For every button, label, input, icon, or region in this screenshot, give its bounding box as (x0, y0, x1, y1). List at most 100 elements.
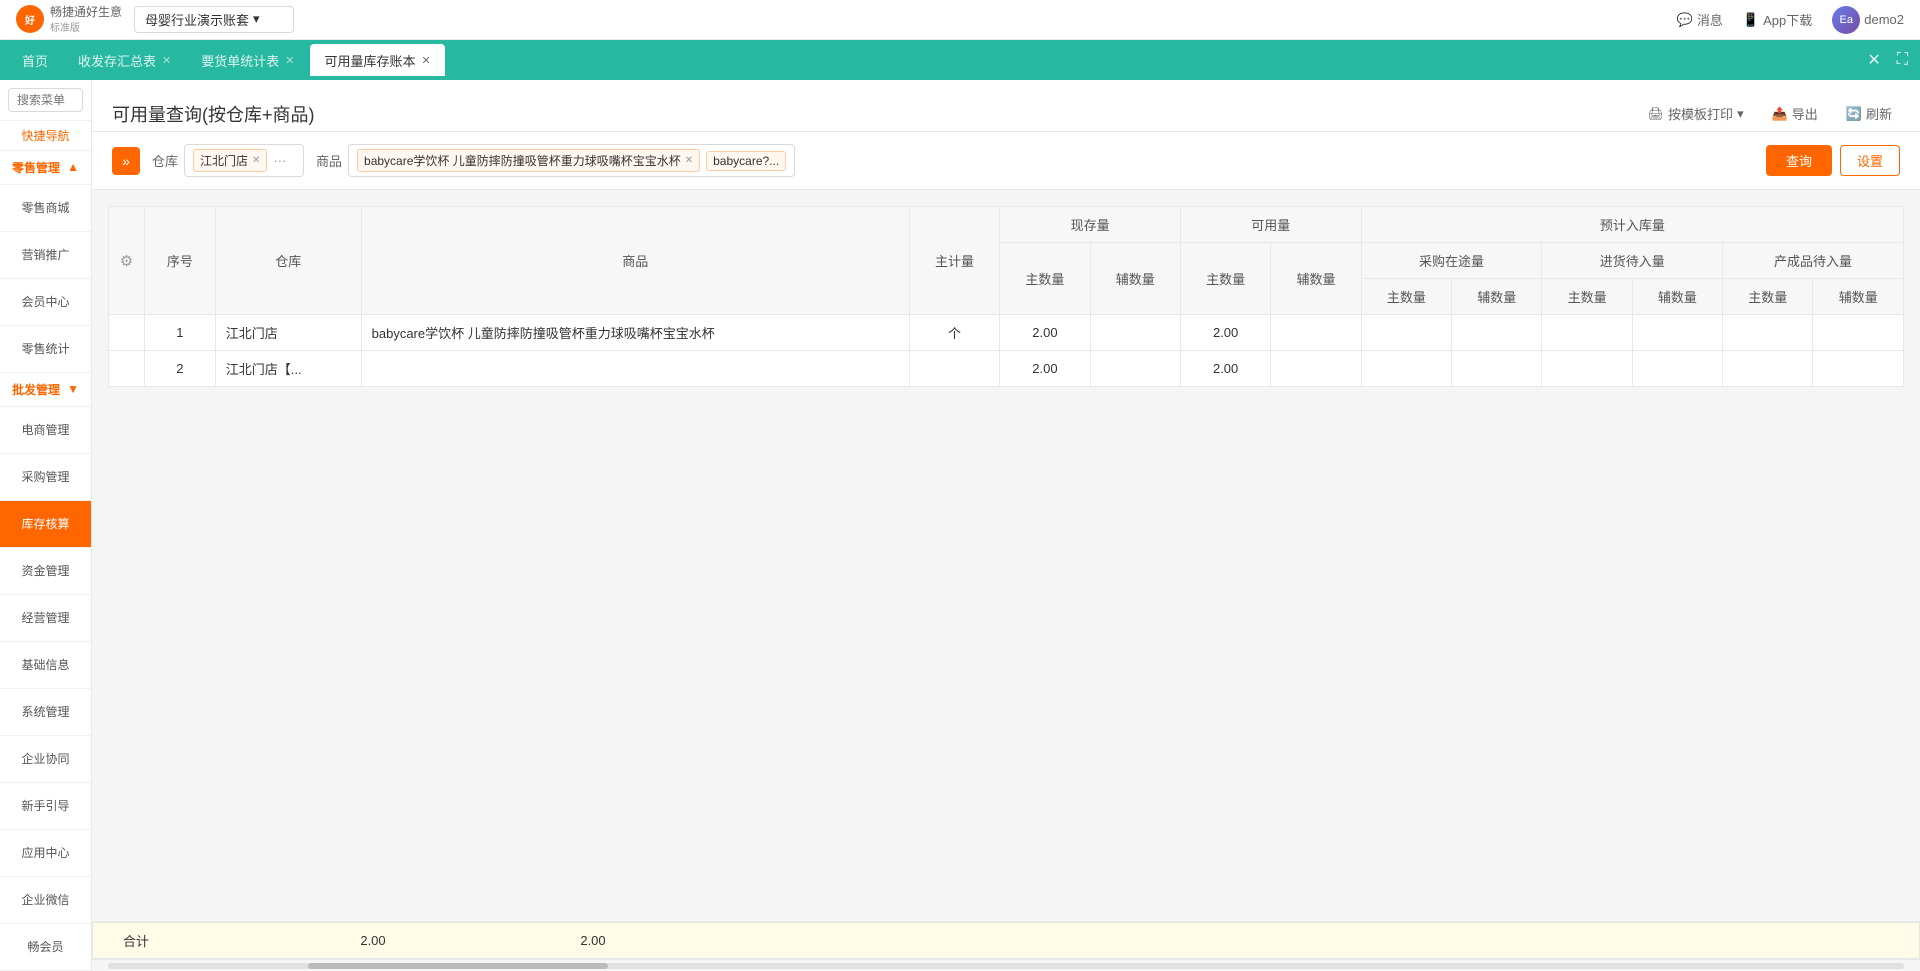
product-tag-1-text: babycare学饮杯 儿童防摔防撞吸管杯重力球吸嘴杯宝宝水杯 (364, 152, 681, 169)
new-guide-label: 新手引导 (21, 797, 69, 814)
wholesale-section-label: 批发管理 (12, 381, 60, 398)
row-product-main (1723, 351, 1813, 387)
sidebar-item-chang-member[interactable]: 畅会员 (0, 924, 91, 971)
tab-requisition-stats[interactable]: 要货单统计表 ✕ (187, 44, 308, 76)
scrollbar-track[interactable] (108, 963, 1904, 969)
warehouse-input[interactable]: 江北门店 ✕ ··· (184, 144, 304, 177)
th-product-group: 产成品待入量 (1723, 243, 1904, 279)
sidebar: 快捷导航 零售管理 ▲ 零售商城 营销推广 会员中心 零售统计 批发管理 ▼ 电… (0, 80, 92, 971)
row-transit-main (1542, 351, 1632, 387)
query-button[interactable]: 查询 (1766, 145, 1832, 176)
th-incoming-group: 预计入库量 (1361, 207, 1903, 243)
warehouse-filter-label: 仓库 (152, 151, 178, 170)
expand-filter-icon: » (122, 153, 130, 169)
scrollbar-area (92, 959, 1920, 971)
sidebar-item-retail-stats[interactable]: 零售统计 (0, 326, 91, 373)
refresh-label: 刷新 (1866, 104, 1892, 123)
row-warehouse: 江北门店 (215, 315, 361, 351)
chang-member-label: 畅会员 (27, 938, 63, 955)
purchase-label: 采购管理 (21, 468, 69, 485)
main-layout: 快捷导航 零售管理 ▲ 零售商城 营销推广 会员中心 零售统计 批发管理 ▼ 电… (0, 80, 1920, 971)
product-filter: 商品 babycare学饮杯 儿童防摔防撞吸管杯重力球吸嘴杯宝宝水杯 ✕ bab… (316, 144, 795, 177)
warehouse-tag-close[interactable]: ✕ (252, 155, 260, 166)
row-product-main (1723, 315, 1813, 351)
warehouse-tag: 江北门店 ✕ (193, 149, 267, 172)
footer-avail-main: 2.00 (523, 933, 663, 948)
th-transit-group: 进货待入量 (1542, 243, 1723, 279)
chevron-down-icon: ▼ (67, 382, 79, 396)
message-action[interactable]: 💬 消息 (1677, 10, 1723, 29)
row-index: 1 (145, 315, 216, 351)
tab-close-icon[interactable]: ✕ (422, 54, 431, 67)
app-download-action[interactable]: 📱 App下载 (1743, 10, 1812, 29)
tab-collection-summary[interactable]: 收发存汇总表 ✕ (64, 44, 185, 76)
product-tag-1-close[interactable]: ✕ (685, 155, 693, 166)
tab-close-icon[interactable]: ✕ (162, 54, 171, 67)
sidebar-item-app-center[interactable]: 应用中心 (0, 830, 91, 877)
logo-icon: 好 (16, 5, 44, 33)
sidebar-item-member-center[interactable]: 会员中心 (0, 279, 91, 326)
th-index: 序号 (145, 207, 216, 315)
more-options-icon[interactable]: ··· (273, 153, 286, 168)
product-tag-2-text: babycare?... (713, 154, 779, 168)
row-product-aux (1813, 315, 1904, 351)
refresh-button[interactable]: 🔄 刷新 (1838, 100, 1900, 127)
tab-home[interactable]: 首页 (8, 44, 62, 76)
sidebar-item-quick-nav[interactable]: 快捷导航 (0, 121, 91, 151)
product-filter-label: 商品 (316, 151, 342, 170)
sidebar-section-retail[interactable]: 零售管理 ▲ (0, 151, 91, 185)
chevron-down-icon: ▾ (1737, 106, 1744, 122)
setting-button[interactable]: 设置 (1840, 145, 1900, 176)
app-center-label: 应用中心 (21, 844, 69, 861)
row-warehouse: 江北门店【... (215, 351, 361, 387)
row-product-aux (1813, 351, 1904, 387)
sidebar-item-marketing[interactable]: 营销推广 (0, 232, 91, 279)
logo-area: 好 畅捷通好生意 标准版 (16, 5, 122, 34)
sidebar-item-inventory[interactable]: 库存核算 (0, 501, 91, 548)
product-input[interactable]: babycare学饮杯 儿童防摔防撞吸管杯重力球吸嘴杯宝宝水杯 ✕ babyca… (348, 144, 795, 177)
th-transit-aux: 辅数量 (1632, 279, 1722, 315)
filter-bar: » 仓库 江北门店 ✕ ··· 商品 babycare学饮杯 儿童防摔防撞吸管杯… (92, 132, 1920, 190)
page-header: 可用量查询(按仓库+商品) 🖨 按模板打印 ▾ 📤 导出 🔄 刷新 (92, 80, 1920, 132)
footer-stock-main: 2.00 (303, 933, 443, 948)
sidebar-item-enterprise-wechat[interactable]: 企业微信 (0, 877, 91, 924)
scrollbar-thumb[interactable] (308, 963, 608, 969)
row-avail-main: 2.00 (1180, 351, 1270, 387)
top-bar: 好 畅捷通好生意 标准版 母婴行业演示账套 ▾ 💬 消息 📱 App下载 Ea … (0, 0, 1920, 40)
search-input[interactable] (8, 88, 83, 112)
table-container: ⚙ 序号 仓库 商品 主计量 现存量 可用量 预计入库量 主数量 辅数量 主数量 (92, 190, 1920, 921)
sidebar-item-enterprise-collab[interactable]: 企业协同 (0, 736, 91, 783)
tab-close-icon[interactable]: ✕ (285, 54, 294, 67)
export-button[interactable]: 📤 导出 (1764, 100, 1826, 127)
row-product (361, 351, 909, 387)
sidebar-item-new-guide[interactable]: 新手引导 (0, 783, 91, 830)
filter-toggle-button[interactable]: » (112, 147, 140, 175)
warehouse-filter: 仓库 江北门店 ✕ ··· (152, 144, 304, 177)
tab-available-inventory[interactable]: 可用量库存账本 ✕ (310, 44, 444, 76)
print-template-button[interactable]: 🖨 按模板打印 ▾ (1640, 100, 1752, 127)
close-all-tabs-button[interactable]: ✕ (1863, 46, 1884, 74)
row-stock-aux (1090, 351, 1180, 387)
refresh-icon: 🔄 (1846, 106, 1862, 122)
sidebar-item-operations[interactable]: 经营管理 (0, 595, 91, 642)
row-avail-main: 2.00 (1180, 315, 1270, 351)
sidebar-item-purchase[interactable]: 采购管理 (0, 454, 91, 501)
sidebar-item-system[interactable]: 系统管理 (0, 689, 91, 736)
row-purchase-aux (1452, 315, 1542, 351)
row-purchase-aux (1452, 351, 1542, 387)
sidebar-item-finance[interactable]: 资金管理 (0, 548, 91, 595)
ecommerce-label: 电商管理 (21, 421, 69, 438)
user-area[interactable]: Ea demo2 (1832, 6, 1904, 34)
sidebar-item-ecommerce[interactable]: 电商管理 (0, 407, 91, 454)
sidebar-item-retail-mall[interactable]: 零售商城 (0, 185, 91, 232)
basic-info-label: 基础信息 (21, 656, 69, 673)
settings-icon[interactable]: ⚙ (120, 253, 133, 270)
sidebar-section-wholesale[interactable]: 批发管理 ▼ (0, 373, 91, 407)
industry-selector[interactable]: 母婴行业演示账套 ▾ (134, 6, 294, 33)
tab-home-label: 首页 (22, 51, 48, 70)
sidebar-item-basic-info[interactable]: 基础信息 (0, 642, 91, 689)
table-row: 1 江北门店 babycare学饮杯 儿童防摔防撞吸管杯重力球吸嘴杯宝宝水杯 个… (109, 315, 1904, 351)
row-stock-aux (1090, 315, 1180, 351)
logo-text-block: 畅捷通好生意 标准版 (50, 5, 122, 34)
expand-icon[interactable]: ⛶ (1893, 47, 1912, 73)
